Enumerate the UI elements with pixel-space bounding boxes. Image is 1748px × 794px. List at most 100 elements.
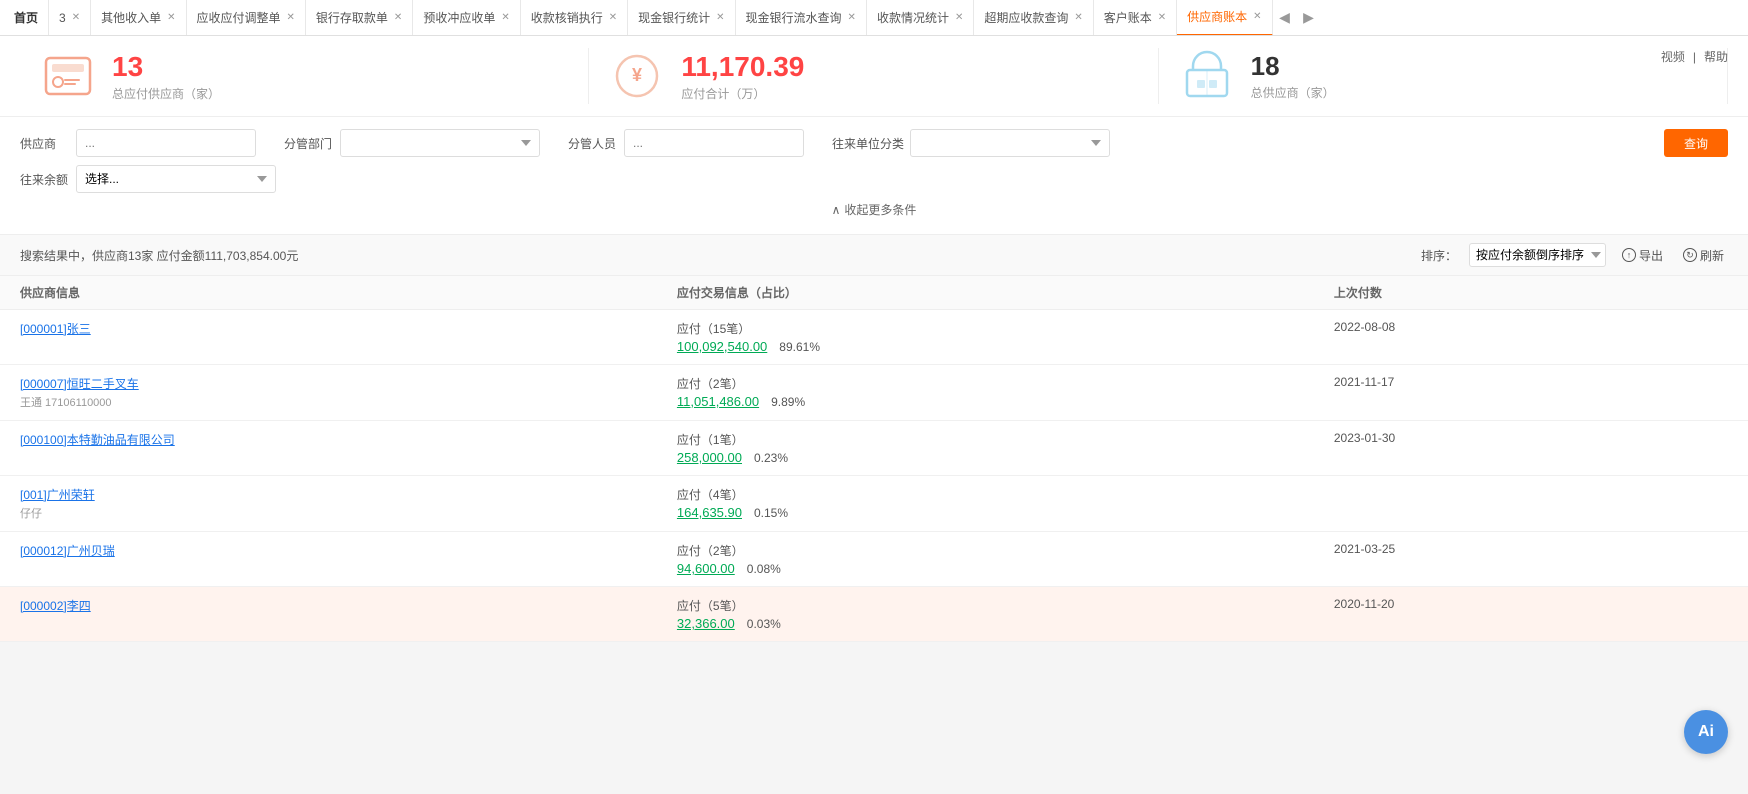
- nav-tab-other-income-label: 其他收入单: [101, 9, 161, 26]
- person-filter-label: 分管人员: [568, 135, 618, 152]
- close-icon[interactable]: ✕: [1158, 12, 1166, 23]
- nav-tab-customer-account[interactable]: 客户账本 ✕: [1094, 0, 1177, 36]
- stat-icon-1: [40, 48, 96, 104]
- header-supplier: 供应商信息: [20, 284, 677, 301]
- close-icon[interactable]: ✕: [609, 12, 617, 23]
- nav-tab-supplier-account-label: 供应商账本: [1187, 8, 1247, 25]
- supplier-link[interactable]: [001]广州荣轩: [20, 486, 677, 503]
- header-transaction: 应付交易信息（占比）: [677, 284, 1334, 301]
- refresh-icon: ↻: [1683, 248, 1697, 262]
- refresh-button[interactable]: ↻ 刷新: [1679, 245, 1728, 266]
- table-row[interactable]: [000100]本特勤油品有限公司 应付（1笔） 258,000.00 0.23…: [0, 421, 1748, 476]
- trans-label: 应付（2笔）: [677, 542, 1334, 559]
- supplier-link[interactable]: [000007]恒旺二手叉车: [20, 375, 677, 392]
- sort-label: 排序：: [1421, 247, 1457, 264]
- trans-amount[interactable]: 32,366.00: [677, 616, 735, 631]
- table-row[interactable]: [000001]张三 应付（15笔） 100,092,540.00 89.61%…: [0, 310, 1748, 365]
- transaction-info: 应付（15笔） 100,092,540.00 89.61%: [677, 320, 1334, 354]
- trans-amount[interactable]: 164,635.90: [677, 505, 742, 520]
- query-button[interactable]: 查询: [1664, 129, 1728, 157]
- table-body: [000001]张三 应付（15笔） 100,092,540.00 89.61%…: [0, 310, 1748, 642]
- help-link[interactable]: 帮助: [1704, 48, 1728, 65]
- ai-assistant-button[interactable]: Ai: [1684, 710, 1728, 754]
- stat-icon-3: [1179, 48, 1235, 104]
- export-button[interactable]: ↑ 导出: [1618, 245, 1667, 266]
- close-icon[interactable]: ✕: [848, 12, 856, 23]
- trans-label: 应付（2笔）: [677, 375, 1334, 392]
- filter-field-balance: 往来余额 选择...: [20, 165, 276, 193]
- close-icon[interactable]: ✕: [394, 12, 402, 23]
- sort-select[interactable]: 按应付余额倒序排序: [1469, 243, 1606, 267]
- close-icon[interactable]: ✕: [716, 12, 724, 23]
- table-row[interactable]: [000012]广州贝瑞 应付（2笔） 94,600.00 0.08% 2021…: [0, 532, 1748, 587]
- supplier-link[interactable]: [000012]广州贝瑞: [20, 542, 677, 559]
- last-pay-date: 2021-11-17: [1334, 373, 1395, 389]
- nav-tab-ap-adjust[interactable]: 应收应付调整单 ✕: [187, 0, 306, 36]
- result-bar: 搜索结果中，供应商13家 应付金额111,703,854.00元 排序： 按应付…: [0, 235, 1748, 276]
- filter-field-person: 分管人员: [568, 129, 804, 157]
- supplier-input[interactable]: [76, 129, 256, 157]
- nav-tab-cash-bank-flow[interactable]: 现金银行流水查询 ✕: [736, 0, 867, 36]
- last-pay: 2022-08-08: [1334, 320, 1728, 334]
- supplier-info: [001]广州荣轩 仔仔: [20, 486, 677, 521]
- collapse-button[interactable]: ∧ 收起更多条件: [832, 201, 917, 218]
- close-icon[interactable]: ✕: [955, 12, 963, 23]
- nav-tab-cash-bank-stat[interactable]: 现金银行统计 ✕: [628, 0, 735, 36]
- close-icon[interactable]: ✕: [72, 12, 80, 23]
- nav-tab-other-income[interactable]: 其他收入单 ✕: [91, 0, 186, 36]
- trans-amount[interactable]: 11,051,486.00: [677, 394, 759, 409]
- table-row[interactable]: [001]广州荣轩 仔仔 应付（4笔） 164,635.90 0.15%: [0, 476, 1748, 532]
- last-pay: 2021-11-17: [1334, 375, 1728, 389]
- supplier-sub: 王通 17106110000: [20, 394, 677, 410]
- nav-tab-collection-stat[interactable]: 收款情况统计 ✕: [867, 0, 974, 36]
- nav-right-arrow[interactable]: ▶: [1297, 0, 1321, 36]
- trans-amount-row: 258,000.00 0.23%: [677, 450, 1334, 465]
- nav-tab-supplier-account[interactable]: 供应商账本 ✕: [1177, 0, 1272, 36]
- stat-number-3: 18: [1251, 51, 1335, 82]
- trans-amount[interactable]: 258,000.00: [677, 450, 742, 465]
- supplier-link[interactable]: [000001]张三: [20, 320, 677, 337]
- nav-tab-bank-deposit[interactable]: 银行存取款单 ✕: [306, 0, 413, 36]
- nav-left-arrow[interactable]: ◀: [1273, 0, 1297, 36]
- nav-tab-cash-bank-stat-label: 现金银行统计: [638, 9, 710, 26]
- nav-tab-advance-collect[interactable]: 预收冲应收单 ✕: [413, 0, 520, 36]
- close-icon[interactable]: ✕: [167, 12, 175, 23]
- table-row[interactable]: [000002]李四 应付（5笔） 32,366.00 0.03% 2020-1…: [0, 587, 1748, 642]
- nav-tab-3[interactable]: 3 ✕: [49, 0, 91, 36]
- supplier-link[interactable]: [000002]李四: [20, 597, 677, 614]
- dept-select[interactable]: [340, 129, 540, 157]
- nav-tab-collection-stat-label: 收款情况统计: [877, 9, 949, 26]
- ai-badge-label: Ai: [1698, 723, 1714, 741]
- close-icon[interactable]: ✕: [1253, 11, 1261, 22]
- close-icon[interactable]: ✕: [287, 12, 295, 23]
- balance-select[interactable]: 选择...: [76, 165, 276, 193]
- close-icon[interactable]: ✕: [1074, 12, 1082, 23]
- nav-tab-overdue-query[interactable]: 超期应收款查询 ✕: [974, 0, 1093, 36]
- supplier-info: [000100]本特勤油品有限公司: [20, 431, 677, 448]
- header-last-pay: 上次付数: [1334, 284, 1728, 301]
- transaction-info: 应付（2笔） 94,600.00 0.08%: [677, 542, 1334, 576]
- last-pay: 2023-01-30: [1334, 431, 1728, 445]
- table-row[interactable]: [000007]恒旺二手叉车 王通 17106110000 应付（2笔） 11,…: [0, 365, 1748, 421]
- close-icon[interactable]: ✕: [501, 12, 509, 23]
- stat-number-2: 11,170.39: [681, 50, 804, 84]
- top-navigation: 首页 3 ✕ 其他收入单 ✕ 应收应付调整单 ✕ 银行存取款单 ✕ 预收冲应收单…: [0, 0, 1748, 36]
- chevron-up-icon: ∧: [832, 203, 841, 217]
- refresh-label: 刷新: [1700, 247, 1724, 264]
- supplier-filter-label: 供应商: [20, 135, 70, 152]
- filter-field-dept: 分管部门: [284, 129, 540, 157]
- person-input[interactable]: [624, 129, 804, 157]
- trans-amount[interactable]: 94,600.00: [677, 561, 735, 576]
- supplier-link[interactable]: [000100]本特勤油品有限公司: [20, 431, 677, 448]
- transaction-info: 应付（2笔） 11,051,486.00 9.89%: [677, 375, 1334, 409]
- trans-amount[interactable]: 100,092,540.00: [677, 339, 767, 354]
- trans-amount-row: 94,600.00 0.08%: [677, 561, 1334, 576]
- nav-tab-receipt-exec[interactable]: 收款核销执行 ✕: [521, 0, 628, 36]
- unit-type-select[interactable]: [910, 129, 1110, 157]
- video-link[interactable]: 视频: [1661, 48, 1685, 65]
- nav-tab-cash-bank-flow-label: 现金银行流水查询: [746, 9, 842, 26]
- trans-label: 应付（15笔）: [677, 320, 1334, 337]
- transaction-info: 应付（1笔） 258,000.00 0.23%: [677, 431, 1334, 465]
- nav-tab-home[interactable]: 首页: [4, 0, 49, 36]
- trans-pct: 0.23%: [754, 451, 788, 465]
